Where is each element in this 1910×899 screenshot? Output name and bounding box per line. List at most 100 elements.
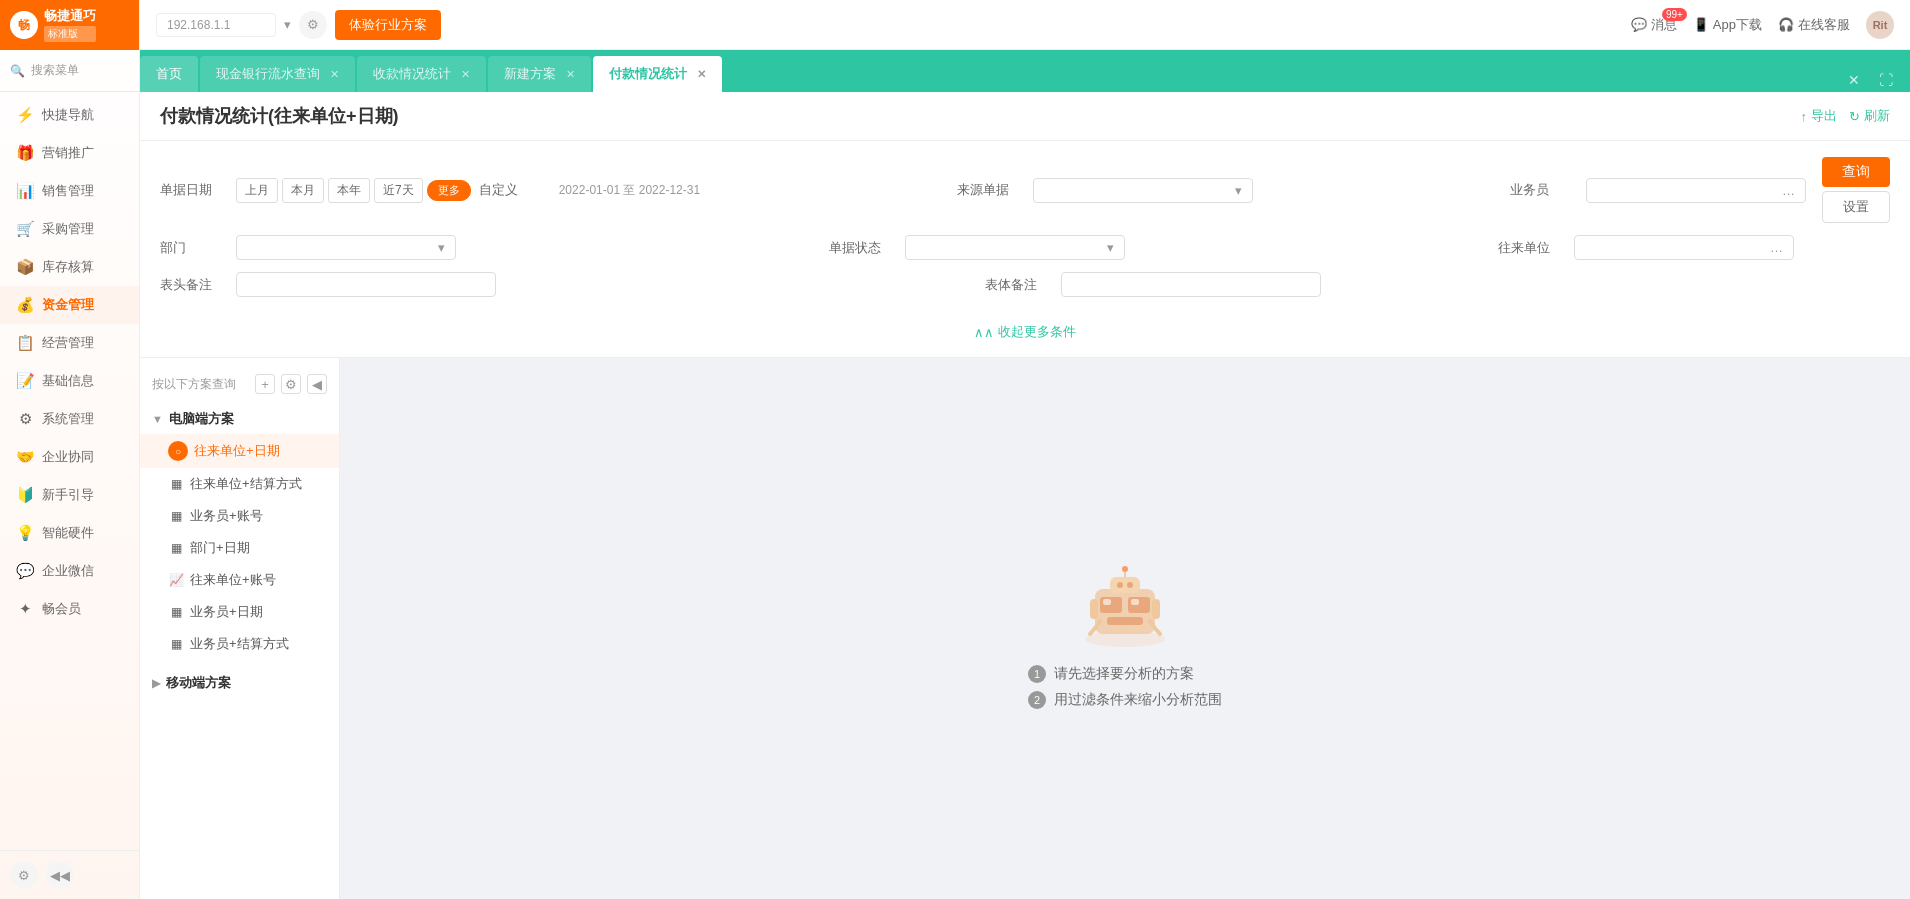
sidebar-item-basic[interactable]: 📝 基础信息 xyxy=(0,362,139,400)
tab-home[interactable]: 首页 xyxy=(140,56,198,92)
notice-button[interactable]: 💬 消息 99+ xyxy=(1631,16,1677,34)
panel-item-counterpart-date[interactable]: ○ 往来单位+日期 xyxy=(140,434,339,468)
panel-item-dept-date[interactable]: ▦ 部门+日期 xyxy=(140,532,339,564)
mobile-section-arrow: ▶ xyxy=(152,677,160,690)
search-icon: 🔍 xyxy=(10,64,25,78)
panel-actions: + ⚙ ◀ xyxy=(255,374,327,394)
page-title: 付款情况统计(往来单位+日期) xyxy=(160,104,399,128)
sidebar-item-weixin[interactable]: 💬 企业微信 xyxy=(0,552,139,590)
topbar-settings-button[interactable]: ⚙ xyxy=(299,11,327,39)
panel-add-button[interactable]: + xyxy=(255,374,275,394)
column-settings-button[interactable]: 设置 xyxy=(1822,191,1890,223)
export-button[interactable]: ↑ 导出 xyxy=(1801,107,1838,125)
sidebar-item-enterprise[interactable]: 🤝 企业协同 xyxy=(0,438,139,476)
tab-new-plan[interactable]: 新建方案 ✕ xyxy=(488,56,591,92)
operations-icon: 📋 xyxy=(16,334,34,352)
user-avatar[interactable]: Rit xyxy=(1866,11,1894,39)
sidebar-item-label: 营销推广 xyxy=(42,144,94,162)
sidebar-search-area[interactable]: 🔍 搜索菜单 xyxy=(0,50,139,92)
topbar-right: 💬 消息 99+ 📱 App下载 🎧 在线客服 Rit xyxy=(1631,11,1894,39)
dept-select[interactable]: ▾ xyxy=(236,235,456,260)
source-select[interactable]: ▾ xyxy=(1033,178,1253,203)
dept-label: 部门 xyxy=(160,239,220,257)
custom-date-label: 自定义 xyxy=(479,181,539,199)
salesman-select[interactable]: … xyxy=(1586,178,1806,203)
table-body-note-input[interactable] xyxy=(1061,272,1321,297)
voucher-status-select[interactable]: ▾ xyxy=(905,235,1125,260)
filter-row-1: 单据日期 上月 本月 本年 近7天 更多 自定义 2022-01-01 至 20… xyxy=(160,157,1890,223)
svg-rect-9 xyxy=(1110,577,1140,593)
collapse-sidebar-button[interactable]: ◀◀ xyxy=(46,861,74,889)
online-service-label: 在线客服 xyxy=(1798,16,1850,34)
sidebar-item-purchase[interactable]: 🛒 采购管理 xyxy=(0,210,139,248)
sidebar-item-vip[interactable]: ✦ 畅会员 xyxy=(0,590,139,628)
sidebar-item-sales[interactable]: 📊 销售管理 xyxy=(0,172,139,210)
table-body-note-label: 表体备注 xyxy=(985,276,1045,294)
counterpart-select[interactable]: … xyxy=(1574,235,1794,260)
export-icon: ↑ xyxy=(1801,109,1808,124)
system-icon: ⚙ xyxy=(16,410,34,428)
sidebar-item-finance[interactable]: 💰 资金管理 xyxy=(0,286,139,324)
tab-collection-stats[interactable]: 收款情况统计 ✕ xyxy=(357,56,486,92)
svg-rect-5 xyxy=(1131,599,1139,605)
panel-query-label: 按以下方案查询 xyxy=(152,376,236,393)
panel-item-salesman-date[interactable]: ▦ 业务员+日期 xyxy=(140,596,339,628)
sidebar-item-operations[interactable]: 📋 经营管理 xyxy=(0,324,139,362)
last-7-days-btn[interactable]: 近7天 xyxy=(374,178,423,203)
query-button[interactable]: 查询 xyxy=(1822,157,1890,187)
online-service-button[interactable]: 🎧 在线客服 xyxy=(1778,16,1850,34)
app-download-button[interactable]: 📱 App下载 xyxy=(1693,16,1762,34)
panel-item-label: 业务员+结算方式 xyxy=(190,635,289,653)
refresh-icon: ↻ xyxy=(1849,109,1860,124)
sidebar: 畅 畅捷通巧 标准版 🔍 搜索菜单 ⚡ 快捷导航 🎁 营销推广 📊 销售管理 🛒… xyxy=(0,0,140,899)
tab-payment-stats[interactable]: 付款情况统计 ✕ xyxy=(593,56,722,92)
sidebar-item-guide[interactable]: 🔰 新手引导 xyxy=(0,476,139,514)
trial-plan-button[interactable]: 体验行业方案 xyxy=(335,10,441,40)
collapse-more-btn[interactable]: ∧∧ 收起更多条件 xyxy=(974,315,1076,341)
maximize-button[interactable]: ⛶ xyxy=(1874,68,1898,92)
panel-desktop-header[interactable]: ▼ 电脑端方案 xyxy=(140,404,339,434)
panel-item-label: 往来单位+结算方式 xyxy=(190,475,302,493)
panel-mobile-header[interactable]: ▶ 移动端方案 xyxy=(140,668,339,698)
panel-item-salesman-account[interactable]: ▦ 业务员+账号 xyxy=(140,500,339,532)
panel-settings-button[interactable]: ⚙ xyxy=(281,374,301,394)
chart-icon: 📈 xyxy=(168,572,184,588)
table-header-note-input[interactable] xyxy=(236,272,496,297)
last-month-btn[interactable]: 上月 xyxy=(236,178,278,203)
sidebar-item-marketing[interactable]: 🎁 营销推广 xyxy=(0,134,139,172)
sidebar-item-label: 系统管理 xyxy=(42,410,94,428)
panel-item-counterpart-account[interactable]: 📈 往来单位+账号 xyxy=(140,564,339,596)
close-all-tabs-button[interactable]: ✕ xyxy=(1842,68,1866,92)
empty-tip-2-text: 用过滤条件来缩小分析范围 xyxy=(1054,691,1222,709)
collection-stats-tab-close[interactable]: ✕ xyxy=(461,68,470,81)
purchase-icon: 🛒 xyxy=(16,220,34,238)
payment-stats-tab-label: 付款情况统计 xyxy=(609,65,687,83)
voucher-status-label: 单据状态 xyxy=(829,239,889,257)
finance-icon: 💰 xyxy=(16,296,34,314)
panel-item-counterpart-settlement[interactable]: ▦ 往来单位+结算方式 xyxy=(140,468,339,500)
this-month-btn[interactable]: 本月 xyxy=(282,178,324,203)
new-plan-tab-label: 新建方案 xyxy=(504,65,556,83)
sidebar-item-hardware[interactable]: 💡 智能硬件 xyxy=(0,514,139,552)
new-plan-tab-close[interactable]: ✕ xyxy=(566,68,575,81)
panel-collapse-button[interactable]: ◀ xyxy=(307,374,327,394)
sidebar-item-quick-nav[interactable]: ⚡ 快捷导航 xyxy=(0,96,139,134)
sidebar-logo: 畅 畅捷通巧 标准版 xyxy=(0,0,139,50)
settings-bottom-button[interactable]: ⚙ xyxy=(10,861,38,889)
search-menu-button[interactable]: 🔍 搜索菜单 xyxy=(10,58,129,83)
panel-item-salesman-settlement[interactable]: ▦ 业务员+结算方式 xyxy=(140,628,339,660)
sidebar-item-inventory[interactable]: 📦 库存核算 xyxy=(0,248,139,286)
refresh-button[interactable]: ↻ 刷新 xyxy=(1849,107,1890,125)
panel-item-label: 业务员+日期 xyxy=(190,603,263,621)
main-content-area: 192.168.1.1 ▾ ⚙ 体验行业方案 💬 消息 99+ 📱 App下载 … xyxy=(140,0,1910,899)
payment-stats-tab-close[interactable]: ✕ xyxy=(697,68,706,81)
collapse-arrow-icon: ∧∧ xyxy=(974,325,994,340)
bank-flow-tab-close[interactable]: ✕ xyxy=(330,68,339,81)
sidebar-item-label: 采购管理 xyxy=(42,220,94,238)
sidebar-item-label: 智能硬件 xyxy=(42,524,94,542)
sidebar-item-system[interactable]: ⚙ 系统管理 xyxy=(0,400,139,438)
more-dates-btn[interactable]: 更多 xyxy=(427,180,471,201)
address-dropdown-button[interactable]: ▾ xyxy=(284,17,291,32)
this-year-btn[interactable]: 本年 xyxy=(328,178,370,203)
tab-bank-flow[interactable]: 现金银行流水查询 ✕ xyxy=(200,56,355,92)
